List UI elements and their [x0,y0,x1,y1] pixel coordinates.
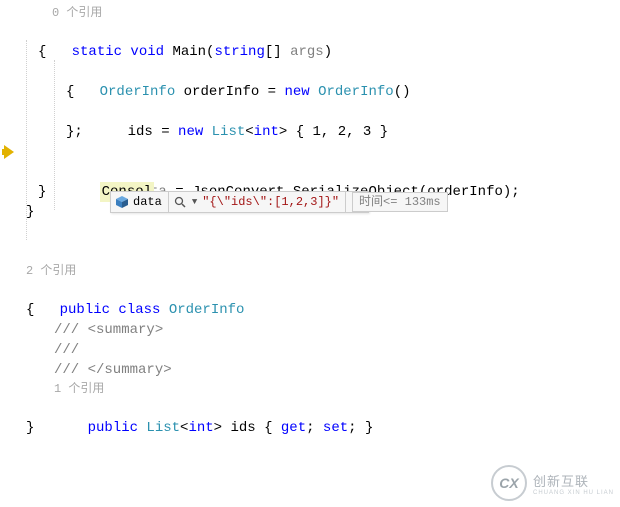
doc-comment: /// </summary> [54,362,172,378]
perftip-value: 133ms [405,195,441,209]
indent-guide [54,60,55,210]
blank-line [8,222,620,242]
codelens-main[interactable]: 0 个引用 [8,4,620,22]
doc-comment: /// [54,342,88,358]
visualizer-dropdown-icon[interactable]: ▼ [191,197,200,207]
code-line[interactable]: public class OrderInfo [8,280,620,300]
watermark-text: 创新互联 [533,471,614,490]
perf-tip[interactable]: 时间<= 133ms [352,192,448,212]
code-line[interactable]: { [8,42,620,62]
indent-guide [26,40,27,240]
watermark: CX 创新互联 CHUANG XIN HU LIAN [491,465,614,501]
code-line[interactable]: }; [8,122,620,142]
codelens-class[interactable]: 2 个引用 [8,262,620,280]
codelens-ids[interactable]: 1 个引用 [8,380,620,398]
code-line[interactable]: static void Main(string[] args) [8,22,620,42]
code-line[interactable]: } [8,418,620,438]
variable-icon [115,195,129,209]
watermark-logo: CX [491,465,527,501]
code-line[interactable]: Consol [8,162,620,182]
visualizer-button[interactable] [169,196,191,208]
code-line-current[interactable]: var data = JsonConvert.SerializeObject(o… [8,142,620,162]
code-editor[interactable]: 0 个引用 static void Main(string[] args) { … [0,0,620,442]
code-line[interactable]: public List<int> ids { get; set; } [8,398,620,418]
datatip-value: "{\"ids\":[1,2,3]}" [200,195,345,209]
code-line[interactable]: /// </summary> [8,360,620,380]
code-line[interactable]: /// <summary> [8,320,620,340]
perftip-label: 时间 [359,195,383,209]
datatip-variable: data [133,195,168,209]
current-statement-arrow-icon [4,145,14,159]
code-line[interactable]: { [8,82,620,102]
debug-datatip[interactable]: data ▼ "{\"ids\":[1,2,3]}" [110,191,369,213]
code-line[interactable]: ids = new List<int> { 1, 2, 3 } [8,102,620,122]
code-line[interactable]: /// [8,340,620,360]
code-line[interactable]: OrderInfo orderInfo = new OrderInfo() [8,62,620,82]
watermark-subtext: CHUANG XIN HU LIAN [533,490,614,496]
code-line[interactable]: { [8,300,620,320]
doc-comment: /// <summary> [54,322,163,338]
blank-line [8,242,620,262]
perftip-op: <= [383,195,405,209]
